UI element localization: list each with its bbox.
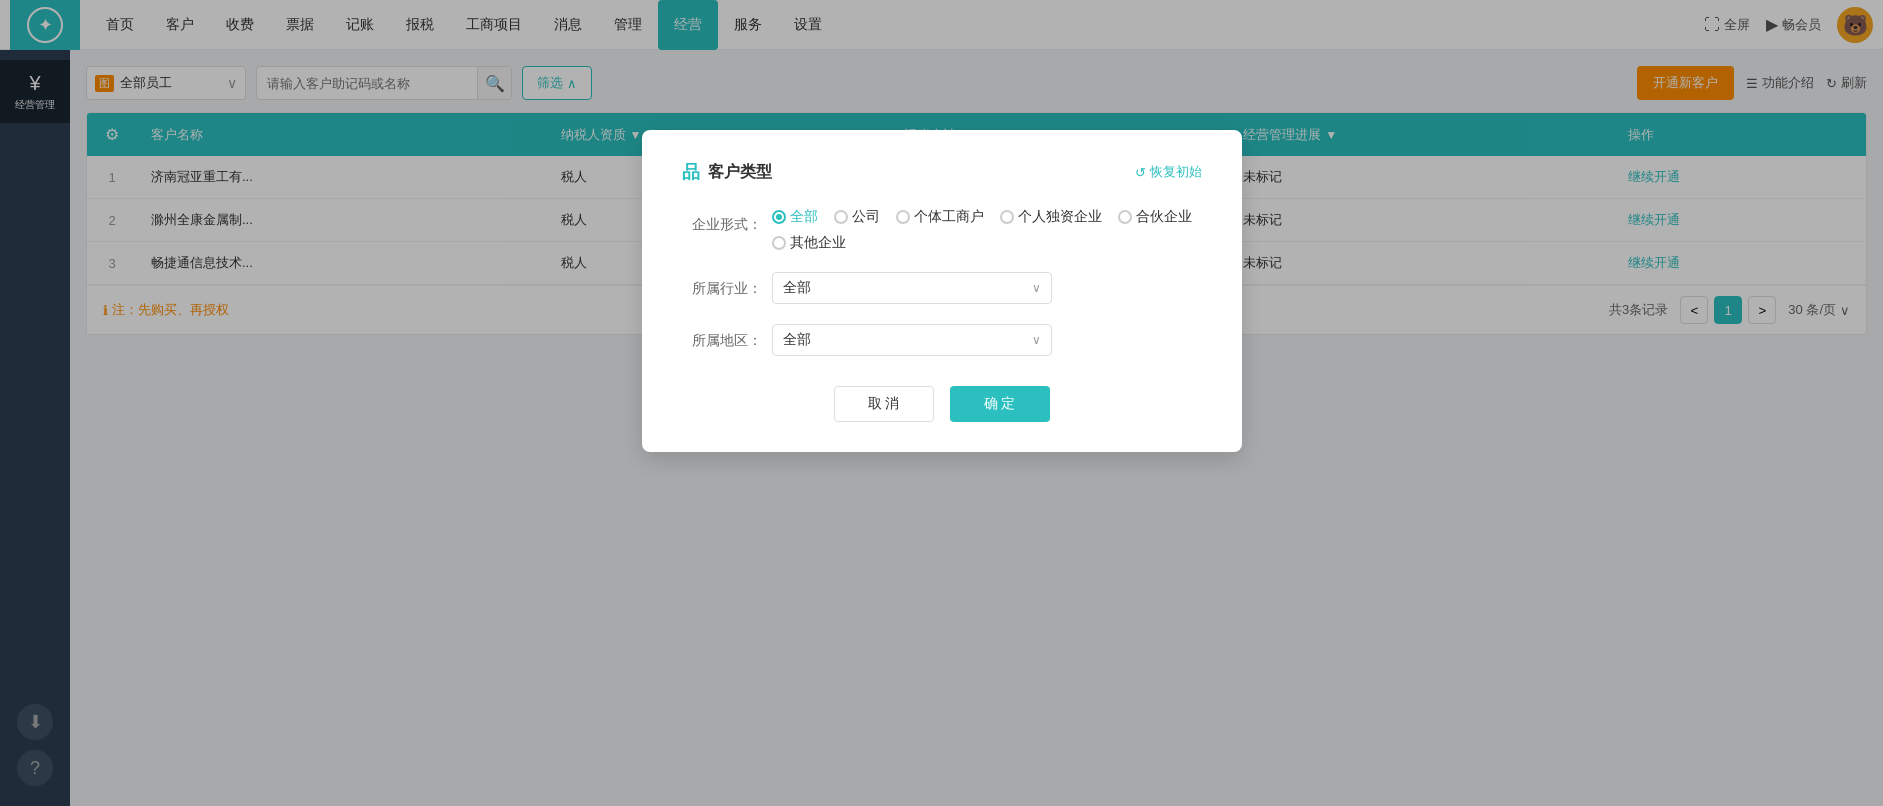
industry-form-row: 所属行业： 全部 ∨	[682, 272, 1202, 304]
region-form-row: 所属地区： 全部 ∨	[682, 324, 1202, 356]
modal-footer: 取 消 确 定	[682, 386, 1202, 422]
region-select-wrapper: 全部 ∨	[772, 324, 1202, 356]
confirm-button[interactable]: 确 定	[950, 386, 1050, 422]
industry-label: 所属行业：	[682, 272, 762, 304]
option-all[interactable]: 全部	[772, 208, 818, 226]
radio-dot-sole-prop	[1000, 210, 1014, 224]
region-select[interactable]: 全部 ∨	[772, 324, 1052, 356]
region-chevron-icon: ∨	[1032, 333, 1041, 347]
modal-title: 品 客户类型	[682, 160, 772, 184]
cancel-button[interactable]: 取 消	[834, 386, 934, 422]
enterprise-form-row: 企业形式： 全部 公司 个体工商户 个人独资企业	[682, 208, 1202, 252]
option-other[interactable]: 其他企业	[772, 234, 846, 252]
restore-icon: ↺	[1135, 165, 1146, 180]
option-individual-biz[interactable]: 个体工商户	[896, 208, 984, 226]
radio-dot-other	[772, 236, 786, 250]
option-sole-prop[interactable]: 个人独资企业	[1000, 208, 1102, 226]
modal-title-icon: 品	[682, 160, 700, 184]
industry-chevron-icon: ∨	[1032, 281, 1041, 295]
radio-dot-partnership	[1118, 210, 1132, 224]
option-partnership[interactable]: 合伙企业	[1118, 208, 1192, 226]
enterprise-form-options: 全部 公司 个体工商户 个人独资企业 合伙企业	[772, 208, 1202, 252]
restore-initial-button[interactable]: ↺ 恢复初始	[1135, 163, 1202, 181]
industry-select-wrapper: 全部 ∨	[772, 272, 1202, 304]
filter-modal: 品 客户类型 ↺ 恢复初始 企业形式： 全部 公司	[642, 130, 1242, 452]
radio-dot-company	[834, 210, 848, 224]
region-label: 所属地区：	[682, 324, 762, 356]
modal-overlay[interactable]: 品 客户类型 ↺ 恢复初始 企业形式： 全部 公司	[0, 0, 1883, 806]
option-company[interactable]: 公司	[834, 208, 880, 226]
enterprise-form-label: 企业形式：	[682, 208, 762, 240]
radio-dot-all	[772, 210, 786, 224]
radio-dot-individual-biz	[896, 210, 910, 224]
industry-select[interactable]: 全部 ∨	[772, 272, 1052, 304]
modal-header: 品 客户类型 ↺ 恢复初始	[682, 160, 1202, 184]
